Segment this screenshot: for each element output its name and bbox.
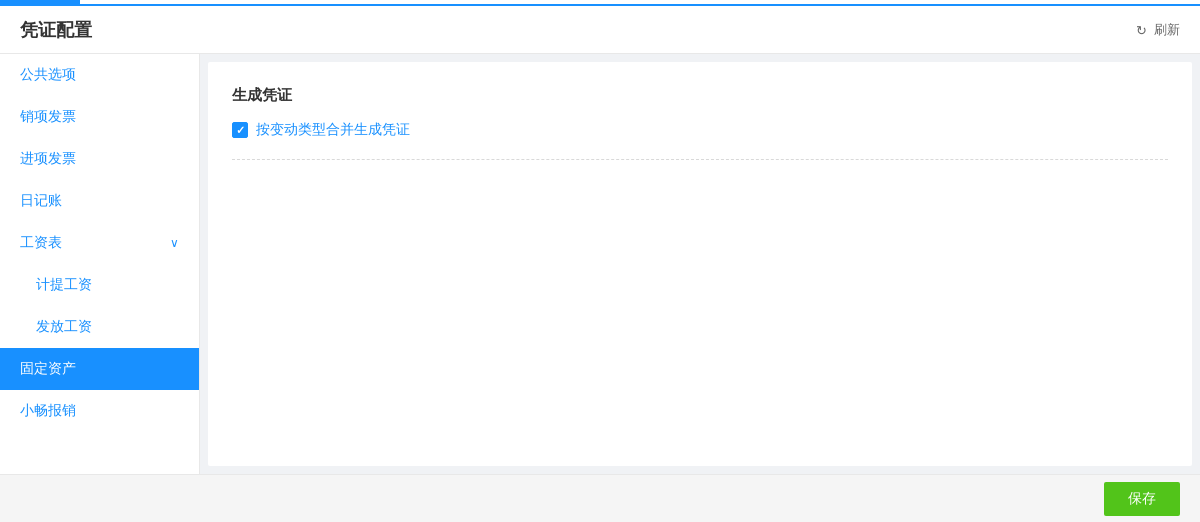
sidebar-item-purchase-invoice[interactable]: 进项发票 [0,138,199,180]
sidebar-item-payroll-table[interactable]: 工资表 ∨ [0,222,199,264]
sidebar-item-public-options[interactable]: 公共选项 [0,54,199,96]
page-footer: 保存 [0,474,1200,522]
sidebar-item-label: 发放工资 [36,318,92,336]
sidebar-item-sales-invoice[interactable]: 销项发票 [0,96,199,138]
refresh-button[interactable]: ↻ 刷新 [1136,21,1180,39]
sidebar-item-journal[interactable]: 日记账 [0,180,199,222]
page-title: 凭证配置 [20,18,92,42]
sidebar-item-expense-report[interactable]: 小畅报销 [0,390,199,432]
page-header: 凭证配置 ↻ 刷新 [0,6,1200,54]
save-button[interactable]: 保存 [1104,482,1180,516]
sidebar-item-calc-salary[interactable]: 计提工资 [0,264,199,306]
sidebar-item-label: 小畅报销 [20,402,76,420]
sidebar-item-label: 销项发票 [20,108,76,126]
body-container: 公共选项销项发票进项发票日记账工资表 ∨ 计提工资发放工资固定资产小畅报销 生成凭证… [0,54,1200,474]
chevron-down-icon: ∨ [170,236,179,250]
sidebar-item-label: 固定资产 [20,360,76,378]
checkbox-row: 按变动类型合并生成凭证 [232,121,1168,139]
sidebar-item-label: 进项发票 [20,150,76,168]
tab-active-indicator [0,0,80,4]
sidebar-item-label: 计提工资 [36,276,92,294]
refresh-icon: ↻ [1136,23,1150,37]
section-title: 生成凭证 [232,86,1168,105]
merge-checkbox[interactable] [232,122,248,138]
section-divider [232,159,1168,160]
sidebar-item-label: 工资表 [20,234,62,252]
sidebar: 公共选项销项发票进项发票日记账工资表 ∨ 计提工资发放工资固定资产小畅报销 [0,54,200,474]
merge-checkbox-label[interactable]: 按变动类型合并生成凭证 [256,121,410,139]
refresh-label: 刷新 [1154,21,1180,39]
tab-bar [0,0,1200,6]
sidebar-item-label: 日记账 [20,192,62,210]
sidebar-item-pay-salary[interactable]: 发放工资 [0,306,199,348]
sidebar-item-fixed-assets[interactable]: 固定资产 [0,348,199,390]
sidebar-item-label: 公共选项 [20,66,76,84]
main-content: 生成凭证 按变动类型合并生成凭证 [208,62,1192,466]
